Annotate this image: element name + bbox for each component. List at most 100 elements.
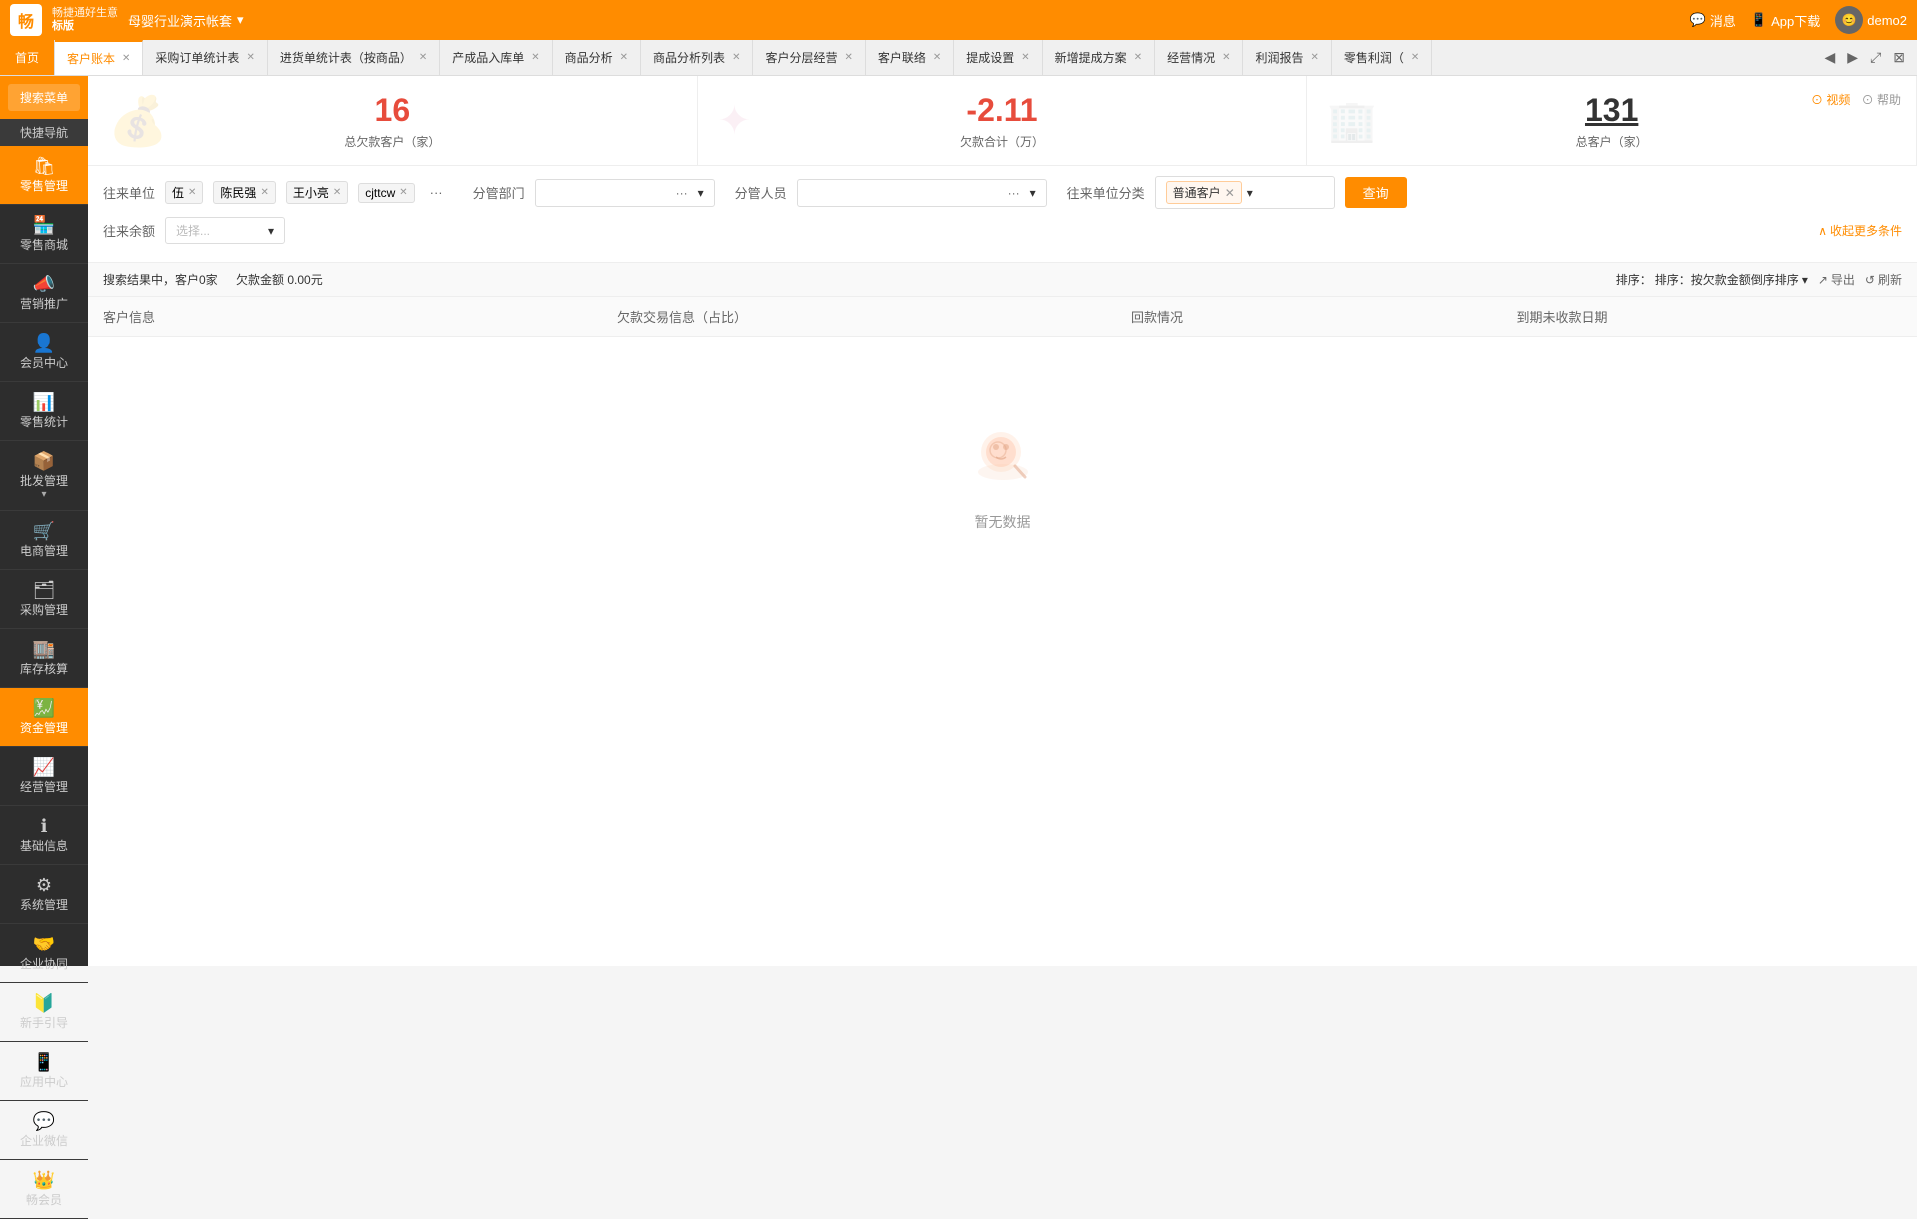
tab-new-promo[interactable]: 新增提成方案 ✕ [1043, 40, 1155, 75]
sidebar-item-basic-info[interactable]: ℹ 基础信息 [0, 806, 88, 865]
tab-purchase-orders[interactable]: 采购订单统计表 ✕ [143, 40, 267, 75]
tab-restore[interactable]: ⊠ [1889, 49, 1909, 66]
tab-scroll-left[interactable]: ◀ [1821, 49, 1840, 66]
balance-label: 往来余额 [103, 221, 155, 240]
sidebar-item-inventory[interactable]: 🏬 库存核算 [0, 629, 88, 688]
user-profile[interactable]: 😊 demo2 [1835, 6, 1907, 34]
result-actions: 排序： 排序：按欠款金额倒序排序 ▾ ↗ 导出 ↺ 刷新 [1616, 271, 1902, 288]
close-tab-newpromo[interactable]: ✕ [1134, 52, 1142, 63]
stat-value-0: 16 [375, 92, 411, 129]
filter-row-2: 往来余额 选择... ▾ ∧ 收起更多条件 [103, 217, 1902, 244]
close-tab-ctier[interactable]: ✕ [844, 52, 852, 63]
sidebar-item-wholesale[interactable]: 📦 批发管理 ▾ [0, 441, 88, 511]
sidebar-quick-nav[interactable]: 快捷导航 [0, 119, 88, 146]
refresh-btn[interactable]: ↺ 刷新 [1865, 271, 1902, 288]
empty-text: 暂无数据 [975, 512, 1031, 532]
export-btn[interactable]: ↗ 导出 [1818, 271, 1855, 288]
app-center-icon: 📱 [5, 1052, 83, 1073]
stat-icon-1: ✦ [718, 98, 752, 144]
sidebar: 搜索菜单 快捷导航 🛍 零售管理 🏪 零售商城 📣 营销推广 👤 会员中心 📊 … [0, 76, 88, 966]
dept-label: 分管部门 [473, 183, 525, 202]
tab-customer-tier[interactable]: 客户分层经营 ✕ [753, 40, 865, 75]
tab-scroll-right[interactable]: ▶ [1843, 49, 1862, 66]
tab-cost-entry[interactable]: 产成品入库单 ✕ [440, 40, 552, 75]
marketing-icon: 📣 [5, 274, 83, 295]
filter-row-1: 往来单位 伍 ✕ 陈民强 ✕ 王小亮 ✕ cjttcw ✕ ··· [103, 176, 1902, 209]
tab-maximize[interactable]: ⤢ [1866, 49, 1885, 66]
logo-subtitle: 畅捷通好生意 [52, 7, 118, 20]
sidebar-item-operations-mgmt[interactable]: 📈 经营管理 [0, 747, 88, 806]
remove-tag-unit-0[interactable]: ✕ [188, 187, 196, 198]
sidebar-item-retail-mgmt[interactable]: 🛍 零售管理 [0, 146, 88, 205]
result-bar: 搜索结果中，客户0家 欠款金额 0.00元 排序： 排序：按欠款金额倒序排序 ▾… [88, 263, 1917, 297]
remove-tag-unit-2[interactable]: ✕ [333, 187, 341, 198]
filter-more-tags[interactable]: ··· [425, 183, 448, 202]
collapse-filters-btn[interactable]: ∧ 收起更多条件 [1818, 222, 1902, 239]
close-tab-accounts[interactable]: ✕ [122, 53, 130, 64]
remove-tag-unit-1[interactable]: ✕ [260, 187, 268, 198]
close-tab-purchase[interactable]: ✕ [246, 52, 254, 63]
close-tab-promo[interactable]: ✕ [1021, 52, 1029, 63]
tab-inventory-stats[interactable]: 进货单统计表（按商品） ✕ [268, 40, 440, 75]
sidebar-item-retail-stats[interactable]: 📊 零售统计 [0, 382, 88, 441]
tab-operations[interactable]: 经营情况 ✕ [1155, 40, 1243, 75]
app-download-btn[interactable]: 📱 App下载 [1751, 11, 1820, 30]
category-select[interactable]: 普通客户 ✕ ▾ [1155, 176, 1335, 209]
query-button[interactable]: 查询 [1345, 177, 1407, 208]
tab-nav-controls: ◀ ▶ ⤢ ⊠ [1813, 40, 1917, 75]
tab-customer-contact[interactable]: 客户联络 ✕ [866, 40, 954, 75]
stat-value-2: 131 [1585, 92, 1638, 129]
search-menu-btn[interactable]: 搜索菜单 [8, 84, 80, 111]
retail-stats-icon: 📊 [5, 392, 83, 413]
messages-btn[interactable]: 💬 消息 [1690, 11, 1736, 30]
tab-accounts[interactable]: 客户账本 ✕ [55, 40, 143, 75]
close-tab-product[interactable]: ✕ [620, 52, 628, 63]
content-area: 💰 16 总欠款客户（家） ✦ -2.11 欠款合计（万） 🏢 131 总客户（… [88, 76, 1917, 966]
tab-retail-profit[interactable]: 零售利润（ ✕ [1332, 40, 1432, 75]
sidebar-item-retail-shop[interactable]: 🏪 零售商城 [0, 205, 88, 264]
close-tab-palist[interactable]: ✕ [732, 52, 740, 63]
remove-category-0[interactable]: ✕ [1225, 186, 1235, 200]
sidebar-item-new-guide[interactable]: 🔰 新手引导 [0, 983, 88, 1042]
sidebar-item-finance[interactable]: 💹 资金管理 [0, 688, 88, 747]
empty-icon [963, 417, 1043, 497]
stat-extra-2: ⊙ 视频 ⊙ 帮助 [1811, 91, 1901, 108]
balance-select[interactable]: 选择... ▾ [165, 217, 285, 244]
close-tab-cost[interactable]: ✕ [531, 52, 539, 63]
unit-label: 往来单位 [103, 183, 155, 202]
finance-icon: 💹 [5, 698, 83, 719]
dept-select[interactable]: ··· ▾ [535, 179, 715, 207]
empty-state: 暂无数据 [88, 337, 1917, 612]
close-tab-ops[interactable]: ✕ [1222, 52, 1230, 63]
remove-tag-unit-3[interactable]: ✕ [399, 187, 407, 198]
system-icon: ⚙ [5, 875, 83, 896]
sidebar-item-enterprise-coop[interactable]: 🤝 企业协同 [0, 924, 88, 983]
col-repayment: 回款情况 [1131, 307, 1517, 326]
tab-product-analysis[interactable]: 商品分析 ✕ [553, 40, 641, 75]
company-selector[interactable]: 母婴行业演示帐套 ▾ [128, 11, 244, 30]
sidebar-item-vip-member[interactable]: 👑 畅会员 [0, 1160, 88, 1219]
person-label: 分管人员 [735, 183, 787, 202]
close-tab-ccontact[interactable]: ✕ [933, 52, 941, 63]
video-link[interactable]: ⊙ 视频 [1811, 93, 1850, 107]
tab-home[interactable]: 首页 [0, 40, 55, 75]
sidebar-item-app-center[interactable]: 📱 应用中心 [0, 1042, 88, 1101]
ops-mgmt-icon: 📈 [5, 757, 83, 778]
sidebar-item-member[interactable]: 👤 会员中心 [0, 323, 88, 382]
help-link[interactable]: ⊙ 帮助 [1862, 93, 1901, 107]
sidebar-item-ecommerce[interactable]: 🛒 电商管理 [0, 511, 88, 570]
close-tab-rprofit[interactable]: ✕ [1411, 52, 1419, 63]
sidebar-item-system[interactable]: ⚙ 系统管理 [0, 865, 88, 924]
sidebar-item-marketing[interactable]: 📣 营销推广 [0, 264, 88, 323]
person-select[interactable]: ··· ▾ [797, 179, 1047, 207]
sidebar-item-enterprise-wechat[interactable]: 💬 企业微信 [0, 1101, 88, 1160]
tab-product-analysis-list[interactable]: 商品分析列表 ✕ [641, 40, 753, 75]
close-tab-inventory[interactable]: ✕ [419, 52, 427, 63]
close-tab-profit[interactable]: ✕ [1311, 52, 1319, 63]
sort-select[interactable]: 排序： 排序：按欠款金额倒序排序 ▾ [1616, 271, 1808, 288]
tab-profit-report[interactable]: 利润报告 ✕ [1243, 40, 1331, 75]
tab-promo-settings[interactable]: 提成设置 ✕ [954, 40, 1042, 75]
result-info: 搜索结果中，客户0家 欠款金额 0.00元 [103, 271, 323, 288]
sidebar-item-purchase[interactable]: 🗂 采购管理 [0, 570, 88, 629]
stat-label-1: 欠款合计（万） [960, 133, 1044, 150]
